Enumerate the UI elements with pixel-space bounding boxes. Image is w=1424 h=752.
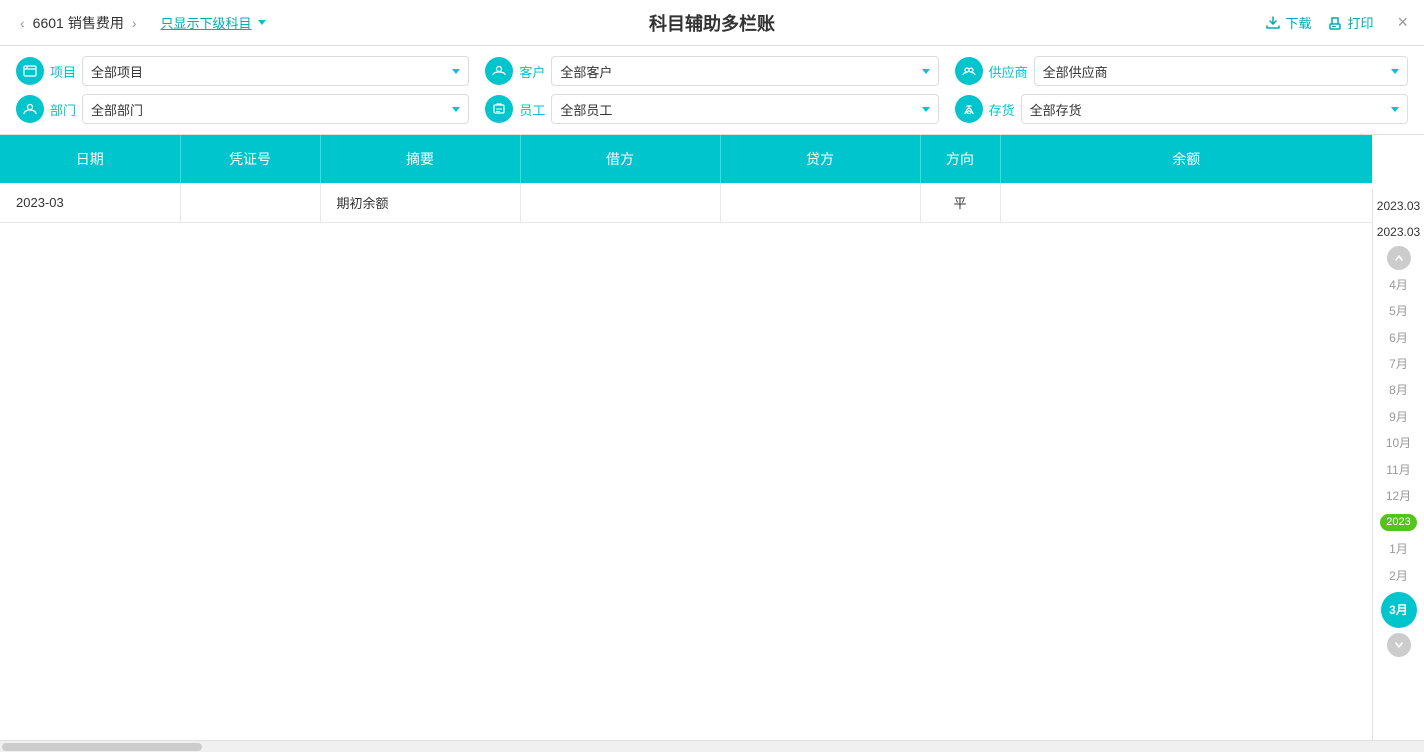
scrollbar-thumb[interactable] bbox=[2, 743, 202, 751]
page-title: 科目辅助多栏账 bbox=[649, 10, 775, 36]
year-badge: 2023 bbox=[1380, 514, 1416, 531]
col-debit: 借方 bbox=[520, 135, 720, 183]
employee-label: 员工 bbox=[519, 100, 545, 119]
row-debit bbox=[520, 183, 720, 223]
filter-supplier: 供应商 全部供应商 bbox=[955, 56, 1408, 86]
customer-chevron-icon bbox=[922, 69, 930, 74]
col-credit: 贷方 bbox=[720, 135, 920, 183]
timeline-item-11[interactable]: 11月 bbox=[1373, 457, 1424, 483]
project-label: 项目 bbox=[50, 62, 76, 81]
inventory-icon bbox=[955, 95, 983, 123]
row-summary: 期初余额 bbox=[320, 183, 520, 223]
row-balance bbox=[1000, 183, 1372, 223]
row-direction: 平 bbox=[920, 183, 1000, 223]
dept-chevron-icon bbox=[452, 107, 460, 112]
timeline-item-9[interactable]: 9月 bbox=[1373, 404, 1424, 430]
horizontal-scrollbar[interactable] bbox=[0, 740, 1424, 752]
filter-project: 项目 全部项目 bbox=[16, 56, 469, 86]
timeline-panel: 2023.03 2023.03 4月 5月 6月 7月 8月 9月 10月 11… bbox=[1372, 189, 1424, 740]
col-direction: 方向 bbox=[920, 135, 1000, 183]
timeline-item-3-active[interactable]: 3月 bbox=[1381, 592, 1417, 628]
download-icon bbox=[1265, 15, 1281, 31]
customer-icon bbox=[485, 57, 513, 85]
filter-department: 部门 全部部门 bbox=[16, 94, 469, 124]
project-select[interactable]: 全部项目 bbox=[82, 56, 469, 86]
show-sub-button[interactable]: 只显示下级科目 bbox=[161, 13, 266, 32]
year-badge-container: 2023 bbox=[1373, 512, 1424, 533]
customer-label: 客户 bbox=[519, 62, 545, 81]
filter-row-2: 部门 全部部门 员工 全部员工 bbox=[16, 94, 1408, 124]
supplier-chevron-icon bbox=[1391, 69, 1399, 74]
top-bar: ‹ 6601 销售费用 › 只显示下级科目 科目辅助多栏账 下载 bbox=[0, 0, 1424, 46]
print-icon bbox=[1327, 15, 1343, 31]
col-balance: 余额 bbox=[1000, 135, 1372, 183]
close-button[interactable]: × bbox=[1397, 12, 1408, 33]
timeline-item-6[interactable]: 6月 bbox=[1373, 325, 1424, 351]
account-name: 销售费用 bbox=[68, 13, 124, 33]
department-label: 部门 bbox=[50, 100, 76, 119]
table-container[interactable]: 日期 凭证号 摘要 借方 贷方 方向 余额 2023-03 期初余额 bbox=[0, 135, 1424, 740]
project-chevron-icon bbox=[452, 69, 460, 74]
ledger-table: 日期 凭证号 摘要 借方 贷方 方向 余额 2023-03 期初余额 bbox=[0, 135, 1372, 223]
inventory-select[interactable]: 全部存货 bbox=[1021, 94, 1408, 124]
row-voucher bbox=[180, 183, 320, 223]
filter-customer: 客户 全部客户 bbox=[485, 56, 938, 86]
active-month-container: 3月 bbox=[1373, 591, 1424, 629]
table-row: 2023-03 期初余额 平 bbox=[0, 183, 1372, 223]
timeline-scroll-down-button[interactable] bbox=[1387, 633, 1411, 657]
inventory-label: 存货 bbox=[989, 100, 1015, 119]
timeline-item-10[interactable]: 10月 bbox=[1373, 430, 1424, 456]
col-date: 日期 bbox=[0, 135, 180, 183]
department-icon bbox=[16, 95, 44, 123]
department-select[interactable]: 全部部门 bbox=[82, 94, 469, 124]
supplier-label: 供应商 bbox=[989, 62, 1028, 81]
timeline-item-5[interactable]: 5月 bbox=[1373, 298, 1424, 324]
filter-area: 项目 全部项目 客户 全部客户 bbox=[0, 46, 1424, 135]
filter-row-1: 项目 全部项目 客户 全部客户 bbox=[16, 56, 1408, 86]
col-voucher: 凭证号 bbox=[180, 135, 320, 183]
customer-select[interactable]: 全部客户 bbox=[551, 56, 938, 86]
project-icon bbox=[16, 57, 44, 85]
timeline-item-7[interactable]: 7月 bbox=[1373, 351, 1424, 377]
supplier-select[interactable]: 全部供应商 bbox=[1034, 56, 1408, 86]
filter-employee: 员工 全部员工 bbox=[485, 94, 938, 124]
timeline-item-2023-03-first[interactable]: 2023.03 bbox=[1373, 193, 1424, 219]
row-credit bbox=[720, 183, 920, 223]
main-window: ‹ 6601 销售费用 › 只显示下级科目 科目辅助多栏账 下载 bbox=[0, 0, 1424, 752]
timeline-item-8[interactable]: 8月 bbox=[1373, 377, 1424, 403]
timeline-item-4[interactable]: 4月 bbox=[1373, 272, 1424, 298]
inv-chevron-icon bbox=[1391, 107, 1399, 112]
col-summary: 摘要 bbox=[320, 135, 520, 183]
supplier-icon bbox=[955, 57, 983, 85]
content-area: 日期 凭证号 摘要 借方 贷方 方向 余额 2023-03 期初余额 bbox=[0, 135, 1424, 740]
employee-icon bbox=[485, 95, 513, 123]
next-account-button[interactable]: › bbox=[128, 13, 141, 33]
filter-inventory: 存货 全部存货 bbox=[955, 94, 1408, 124]
row-date: 2023-03 bbox=[0, 183, 180, 223]
prev-account-button[interactable]: ‹ bbox=[16, 13, 29, 33]
account-nav: ‹ 6601 销售费用 › bbox=[16, 13, 141, 33]
employee-select[interactable]: 全部员工 bbox=[551, 94, 938, 124]
timeline-scroll-up-button[interactable] bbox=[1387, 246, 1411, 270]
timeline-item-2023-03-second[interactable]: 2023.03 bbox=[1373, 219, 1424, 245]
table-header-row: 日期 凭证号 摘要 借方 贷方 方向 余额 bbox=[0, 135, 1372, 183]
download-button[interactable]: 下载 bbox=[1265, 13, 1311, 32]
emp-chevron-icon bbox=[922, 107, 930, 112]
timeline-item-2[interactable]: 2月 bbox=[1373, 563, 1424, 589]
print-button[interactable]: 打印 bbox=[1327, 13, 1373, 32]
account-code: 6601 bbox=[33, 15, 64, 31]
timeline-item-12[interactable]: 12月 bbox=[1373, 483, 1424, 509]
top-actions: 下载 打印 × bbox=[1265, 12, 1408, 33]
timeline-item-1[interactable]: 1月 bbox=[1373, 536, 1424, 562]
chevron-down-icon bbox=[258, 20, 266, 25]
